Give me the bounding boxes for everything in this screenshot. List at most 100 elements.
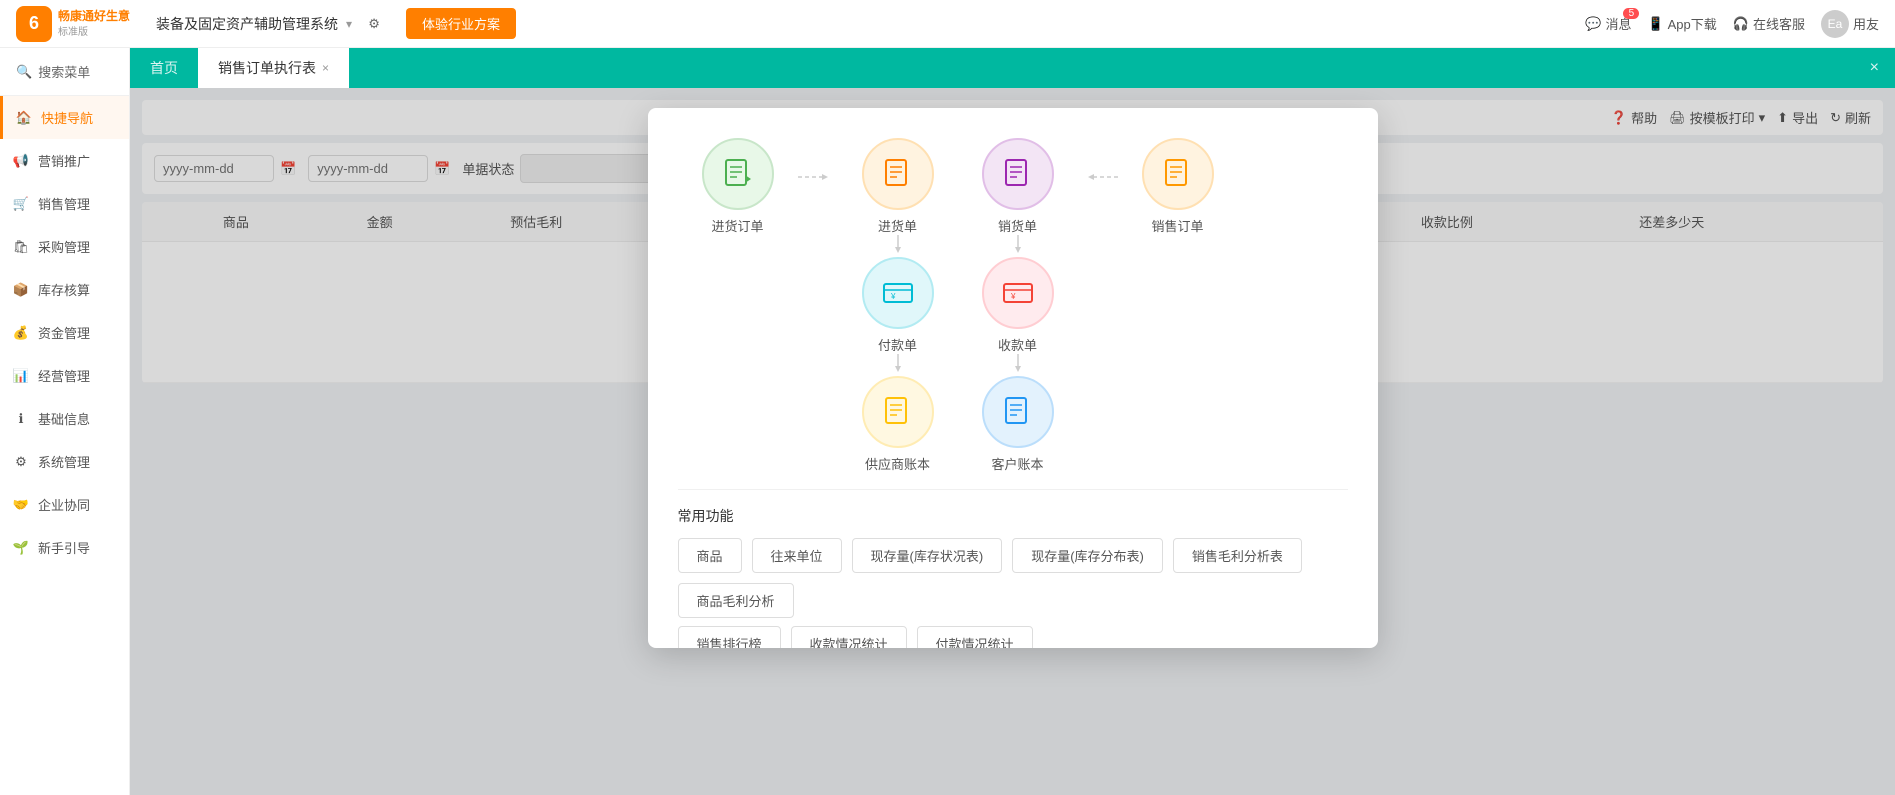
sidebar-search-label: 搜索菜单	[38, 62, 90, 81]
common-btn-sales-rank[interactable]: 销售排行榜	[678, 626, 781, 648]
user-avatar: Ea	[1821, 10, 1849, 38]
app-download-btn[interactable]: 📱 App下载	[1647, 14, 1716, 33]
payment-slip-icon: ¥	[862, 257, 934, 329]
common-btn-receipt-stat[interactable]: 收款情况统计	[791, 626, 907, 648]
common-functions: 常用功能 商品 往来单位 现存量(库存状况表) 现存量(库存分布表) 销售毛利分…	[678, 489, 1348, 648]
tab-sales-order-label: 销售订单执行表	[218, 58, 316, 78]
common-btn-sales-profit[interactable]: 销售毛利分析表	[1173, 538, 1302, 573]
sidebar-item-label: 系统管理	[38, 452, 90, 471]
brand-sub: 标准版	[58, 23, 130, 38]
arrow-v-purchase	[838, 235, 958, 257]
sidebar-item-label: 经营管理	[38, 366, 90, 385]
sidebar-item-quick-nav[interactable]: 🏠 快捷导航	[0, 96, 129, 139]
inventory-icon: 📦	[12, 281, 30, 299]
common-btn-goods[interactable]: 商品	[678, 538, 742, 573]
search-icon: 🔍	[16, 64, 32, 80]
system-dropdown-icon[interactable]: ▾	[346, 17, 352, 31]
system-name: 装备及固定资产辅助管理系统	[156, 14, 338, 34]
message-btn[interactable]: 💬 消息 5	[1585, 14, 1631, 33]
purchase-slip-icon	[862, 138, 934, 210]
sidebar-item-label: 基础信息	[38, 409, 90, 428]
payment-slip-label: 付款单	[878, 335, 917, 354]
sidebar-item-inventory[interactable]: 📦 库存核算	[0, 268, 129, 311]
sidebar-item-label: 资金管理	[38, 323, 90, 342]
receipt-slip-label: 收款单	[998, 335, 1037, 354]
flow-payment-slip[interactable]: ¥ 付款单	[838, 257, 958, 354]
system-icon: ⚙	[12, 453, 30, 471]
sidebar-item-marketing[interactable]: 📢 营销推广	[0, 139, 129, 182]
sales-order-label: 销售订单	[1151, 216, 1203, 235]
tab-sales-order[interactable]: 销售订单执行表 ×	[198, 48, 349, 88]
home-icon: 🏠	[15, 109, 33, 127]
purchase-icon: 🛍	[12, 238, 30, 256]
enterprise-icon: 🤝	[12, 496, 30, 514]
sidebar-item-enterprise[interactable]: 🤝 企业协同	[0, 483, 129, 526]
svg-text:¥: ¥	[890, 292, 896, 301]
experience-btn[interactable]: 体验行业方案	[406, 8, 516, 39]
sidebar-item-label: 企业协同	[38, 495, 90, 514]
flow-modal: 进货订单	[648, 108, 1378, 648]
arrow-v-receipt	[958, 354, 1078, 376]
common-btn-stock-status[interactable]: 现存量(库存状况表)	[852, 538, 1003, 573]
common-btn-stock-dist[interactable]: 现存量(库存分布表)	[1012, 538, 1163, 573]
supplier-ledger-label: 供应商账本	[865, 454, 930, 473]
marketing-icon: 📢	[12, 152, 30, 170]
flow-supplier-ledger[interactable]: 供应商账本	[838, 376, 958, 473]
settings-icon[interactable]: ⚙	[360, 10, 388, 38]
sidebar-item-label: 快捷导航	[41, 108, 93, 127]
app-logo-icon: 6	[16, 6, 52, 42]
flow-sales-order[interactable]: 销售订单	[1118, 138, 1238, 235]
operations-icon: 📊	[12, 367, 30, 385]
purchase-slip-label: 进货单	[878, 216, 917, 235]
sidebar-item-label: 销售管理	[38, 194, 90, 213]
flow-purchase-slip[interactable]: 进货单	[838, 138, 958, 235]
sidebar-item-label: 库存核算	[38, 280, 90, 299]
arrow-h-2	[1078, 171, 1118, 203]
purchase-order-icon	[702, 138, 774, 210]
flow-receipt-slip[interactable]: ¥ 收款单	[958, 257, 1078, 354]
tab-close-icon[interactable]: ×	[322, 61, 329, 75]
sales-slip-icon	[982, 138, 1054, 210]
flow-sales-slip[interactable]: 销货单	[958, 138, 1078, 235]
arrow-v-payment	[838, 354, 958, 376]
close-all-tabs-btn[interactable]: ×	[1854, 59, 1895, 77]
sidebar-search[interactable]: 🔍 搜索菜单	[0, 48, 129, 96]
sidebar-item-newbie[interactable]: 🌱 新手引导	[0, 526, 129, 569]
tab-home[interactable]: 首页	[130, 48, 198, 88]
message-icon: 💬	[1585, 16, 1601, 32]
common-functions-title: 常用功能	[678, 506, 1348, 526]
nav-tabs: 首页 销售订单执行表 × ×	[130, 48, 1895, 88]
brand-name: 畅康通好生意	[58, 9, 130, 23]
main-content: ❓ 帮助 🖨 按模板打印 ▾ ⬆ 导出 ↻ 刷新	[130, 88, 1895, 795]
arrow-v-sales	[958, 235, 1078, 257]
newbie-icon: 🌱	[12, 539, 30, 557]
flow-customer-ledger[interactable]: 客户账本	[958, 376, 1078, 473]
basic-icon: ℹ	[12, 410, 30, 428]
sales-icon: 🛒	[12, 195, 30, 213]
service-icon: 🎧	[1733, 16, 1749, 32]
flow-purchase-order[interactable]: 进货订单	[678, 138, 798, 235]
user-menu[interactable]: Ea 用友	[1821, 10, 1879, 38]
sidebar-item-label: 采购管理	[38, 237, 90, 256]
sidebar-item-finance[interactable]: 💰 资金管理	[0, 311, 129, 354]
common-btn-goods-profit[interactable]: 商品毛利分析	[678, 583, 794, 618]
common-btn-partner[interactable]: 往来单位	[752, 538, 842, 573]
common-btn-payment-stat[interactable]: 付款情况统计	[917, 626, 1033, 648]
sidebar-item-sales[interactable]: 🛒 销售管理	[0, 182, 129, 225]
modal-overlay[interactable]: 进货订单	[130, 88, 1895, 795]
sidebar-item-operations[interactable]: 📊 经营管理	[0, 354, 129, 397]
svg-text:¥: ¥	[1010, 292, 1016, 301]
customer-ledger-icon	[982, 376, 1054, 448]
sidebar-item-system[interactable]: ⚙ 系统管理	[0, 440, 129, 483]
sidebar-item-basic[interactable]: ℹ 基础信息	[0, 397, 129, 440]
sidebar-item-label: 新手引导	[38, 538, 90, 557]
sales-slip-label: 销货单	[998, 216, 1037, 235]
online-service-btn[interactable]: 🎧 在线客服	[1733, 14, 1805, 33]
receipt-slip-icon: ¥	[982, 257, 1054, 329]
finance-icon: 💰	[12, 324, 30, 342]
message-badge: 5	[1623, 8, 1639, 19]
common-buttons-row1: 商品 往来单位 现存量(库存状况表) 现存量(库存分布表) 销售毛利分析表 商品…	[678, 538, 1348, 618]
customer-ledger-label: 客户账本	[991, 454, 1043, 473]
sidebar-item-purchase[interactable]: 🛍 采购管理	[0, 225, 129, 268]
purchase-order-label: 进货订单	[711, 216, 763, 235]
